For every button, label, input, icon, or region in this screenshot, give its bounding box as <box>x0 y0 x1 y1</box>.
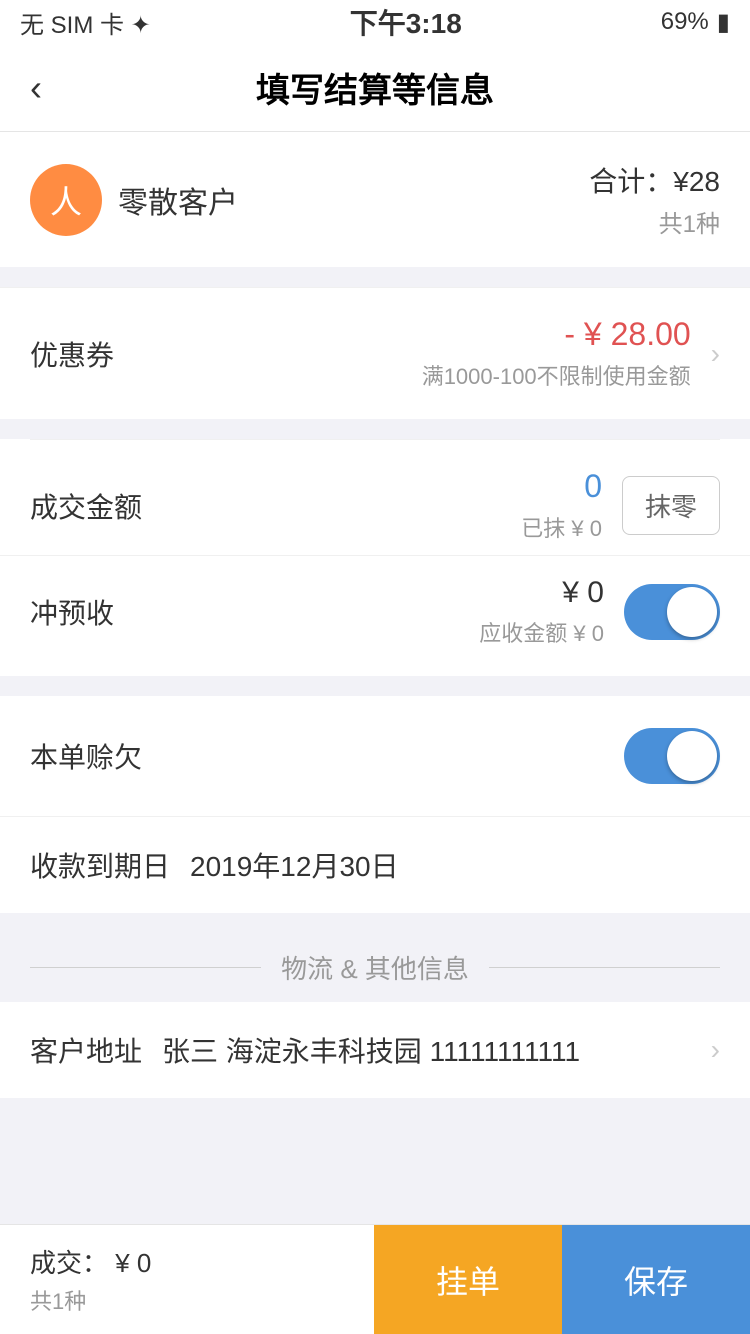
customer-left: 人 零散客户 <box>30 164 238 236</box>
coupon-row[interactable]: 优惠券 - ¥ 28.00 满1000-100不限制使用金额 › <box>0 287 750 419</box>
customer-total: 合计：¥28 <box>589 160 720 200</box>
prepayment-sub: 应收金额 ¥ 0 <box>479 616 604 648</box>
prepayment-label: 冲预收 <box>30 592 114 632</box>
deal-section: 成交金额 0 已抹 ¥ 0 抹零 冲预收 ¥ 0 应收金额 ¥ 0 <box>0 439 750 676</box>
address-card[interactable]: 客户地址 张三 海淀永丰科技园 11111111111 › <box>0 1002 750 1098</box>
status-left: 无 SIM 卡 ✦ <box>20 5 151 40</box>
coupon-label: 优惠券 <box>30 334 114 374</box>
debt-label: 本单赊欠 <box>30 736 142 776</box>
due-date-label: 收款到期日 <box>30 845 170 885</box>
bottom-deal-label: 成交： <box>30 1248 108 1278</box>
deal-amount-row: 成交金额 0 已抹 ¥ 0 抹零 <box>30 439 720 555</box>
logistics-label: 物流 & 其他信息 <box>281 949 469 986</box>
chevron-right-icon: › <box>711 338 720 370</box>
status-time: 下午3:18 <box>350 2 462 42</box>
back-button[interactable]: ‹ <box>30 67 42 109</box>
prepayment-row: 冲预收 ¥ 0 应收金额 ¥ 0 <box>0 555 750 676</box>
content: 人 零散客户 合计：¥28 共1种 优惠券 - ¥ 28.00 满1000-10… <box>0 132 750 1238</box>
coupon-sub: 满1000-100不限制使用金额 <box>422 359 691 391</box>
logistics-header: 物流 & 其他信息 <box>0 933 750 1002</box>
customer-count: 共1种 <box>589 204 720 239</box>
coupon-card[interactable]: 优惠券 - ¥ 28.00 满1000-100不限制使用金额 › <box>0 287 750 419</box>
deal-amount-section: 成交金额 0 已抹 ¥ 0 抹零 <box>0 439 750 555</box>
battery-icon: ▮ <box>717 8 730 37</box>
bottom-deal-value: ¥ 0 <box>115 1248 151 1278</box>
deal-amount-label: 成交金额 <box>30 486 142 526</box>
address-value: 张三 海淀永丰科技园 11111111111 <box>162 1030 691 1070</box>
address-chevron-icon: › <box>711 1034 720 1066</box>
page-title: 填写结算等信息 <box>256 63 494 112</box>
due-date-row: 收款到期日 2019年12月30日 <box>0 816 750 913</box>
address-row[interactable]: 客户地址 张三 海淀永丰科技园 11111111111 › <box>0 1002 750 1098</box>
deal-amount-right: 0 已抹 ¥ 0 抹零 <box>521 468 720 543</box>
avatar: 人 <box>30 164 102 236</box>
mozero-button[interactable]: 抹零 <box>622 476 720 535</box>
coupon-value: - ¥ 28.00 <box>422 316 691 353</box>
hang-button[interactable]: 挂单 <box>374 1225 562 1334</box>
prepayment-value: ¥ 0 <box>479 576 604 610</box>
status-bar: 无 SIM 卡 ✦ 下午3:18 69% ▮ <box>0 0 750 44</box>
signal-text: 无 SIM 卡 ✦ <box>20 5 151 40</box>
deal-amount-value: 0 <box>521 468 602 505</box>
customer-row: 人 零散客户 合计：¥28 共1种 <box>0 132 750 267</box>
coupon-right: - ¥ 28.00 满1000-100不限制使用金额 › <box>422 316 720 391</box>
status-right: 69% ▮ <box>661 8 730 37</box>
battery-text: 69% <box>661 8 709 36</box>
nav-bar: ‹ 填写结算等信息 <box>0 44 750 132</box>
bottom-count: 共1种 <box>30 1284 344 1316</box>
bottom-info: 成交： ¥ 0 共1种 <box>0 1243 374 1316</box>
customer-name: 零散客户 <box>118 178 238 222</box>
customer-total-block: 合计：¥28 共1种 <box>589 160 720 239</box>
avatar-icon: 人 <box>50 177 82 223</box>
deal-amount-sub: 已抹 ¥ 0 <box>521 511 602 543</box>
debt-row: 本单赊欠 <box>0 696 750 816</box>
address-label: 客户地址 <box>30 1030 142 1070</box>
bottom-deal-text: 成交： ¥ 0 <box>30 1243 344 1280</box>
debt-card: 本单赊欠 收款到期日 2019年12月30日 <box>0 696 750 913</box>
due-date-value: 2019年12月30日 <box>190 845 399 885</box>
prepayment-toggle[interactable] <box>624 584 720 640</box>
bottom-bar: 成交： ¥ 0 共1种 挂单 保存 <box>0 1224 750 1334</box>
save-button[interactable]: 保存 <box>562 1225 750 1334</box>
customer-card: 人 零散客户 合计：¥28 共1种 <box>0 132 750 267</box>
debt-toggle[interactable] <box>624 728 720 784</box>
